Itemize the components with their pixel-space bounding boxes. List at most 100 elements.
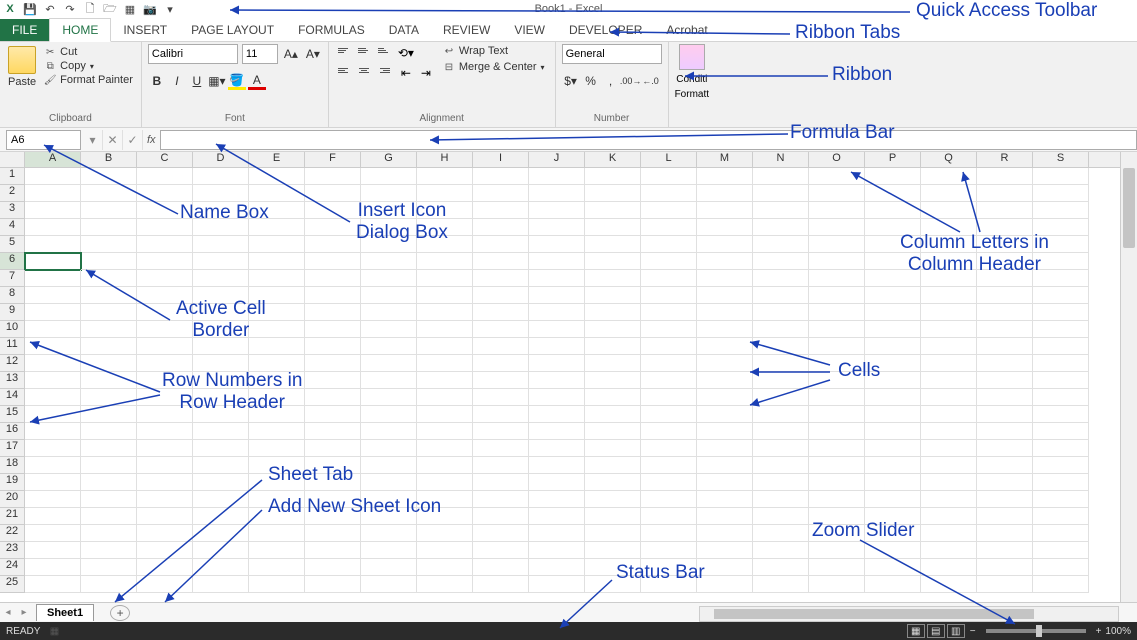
cell[interactable] — [81, 576, 137, 593]
row-header[interactable]: 16 — [0, 423, 25, 440]
cell[interactable] — [193, 236, 249, 253]
cell[interactable] — [809, 287, 865, 304]
cell[interactable] — [473, 338, 529, 355]
cell[interactable] — [641, 542, 697, 559]
cell[interactable] — [697, 236, 753, 253]
cell[interactable] — [921, 338, 977, 355]
fill-color-button[interactable]: 🪣 — [228, 72, 246, 90]
cell[interactable] — [977, 389, 1033, 406]
cell[interactable] — [921, 168, 977, 185]
column-header[interactable]: K — [585, 152, 641, 167]
cell[interactable] — [137, 321, 193, 338]
align-center-icon[interactable] — [355, 64, 373, 82]
cell[interactable] — [193, 559, 249, 576]
increase-indent-icon[interactable]: ⇥ — [417, 64, 435, 82]
cell[interactable] — [137, 576, 193, 593]
cell[interactable] — [977, 270, 1033, 287]
cell[interactable] — [25, 423, 81, 440]
cell[interactable] — [809, 321, 865, 338]
cell[interactable] — [1033, 559, 1089, 576]
cell[interactable] — [1033, 270, 1089, 287]
cell[interactable] — [921, 219, 977, 236]
tab-page-layout[interactable]: PAGE LAYOUT — [179, 19, 286, 41]
cell[interactable] — [361, 457, 417, 474]
cell[interactable] — [249, 406, 305, 423]
cell[interactable] — [1033, 389, 1089, 406]
cell[interactable] — [137, 542, 193, 559]
cell[interactable] — [193, 168, 249, 185]
cell[interactable] — [529, 168, 585, 185]
cell[interactable] — [361, 304, 417, 321]
sheet-tab[interactable]: Sheet1 — [36, 604, 94, 621]
cell[interactable] — [529, 185, 585, 202]
cell[interactable] — [641, 389, 697, 406]
cell[interactable] — [81, 372, 137, 389]
copy-button[interactable]: ⧉Copy▾ — [44, 60, 133, 72]
merge-center-button[interactable]: ⊟Merge & Center▾ — [439, 60, 549, 74]
cell[interactable] — [809, 457, 865, 474]
cell[interactable] — [25, 440, 81, 457]
cell[interactable] — [585, 389, 641, 406]
cell[interactable] — [249, 338, 305, 355]
cell[interactable] — [473, 389, 529, 406]
cell[interactable] — [1033, 287, 1089, 304]
cell[interactable] — [753, 287, 809, 304]
tab-review[interactable]: REVIEW — [431, 19, 502, 41]
cell[interactable] — [809, 236, 865, 253]
cell[interactable] — [305, 491, 361, 508]
cell[interactable] — [25, 457, 81, 474]
cell[interactable] — [361, 338, 417, 355]
cell[interactable] — [249, 423, 305, 440]
cell[interactable] — [305, 559, 361, 576]
cell[interactable] — [921, 542, 977, 559]
cell[interactable] — [417, 508, 473, 525]
cell[interactable] — [361, 423, 417, 440]
cell[interactable] — [809, 525, 865, 542]
cell[interactable] — [921, 270, 977, 287]
cell[interactable] — [305, 304, 361, 321]
qat-dropdown-icon[interactable]: ▾ — [162, 1, 178, 17]
cell[interactable] — [977, 508, 1033, 525]
cell[interactable] — [417, 576, 473, 593]
cell[interactable] — [641, 236, 697, 253]
cell[interactable] — [641, 185, 697, 202]
cell[interactable] — [361, 253, 417, 270]
cell[interactable] — [641, 253, 697, 270]
cell[interactable] — [25, 559, 81, 576]
cell[interactable] — [193, 389, 249, 406]
cell[interactable] — [585, 406, 641, 423]
cell[interactable] — [865, 440, 921, 457]
cell[interactable] — [529, 406, 585, 423]
cell[interactable] — [529, 355, 585, 372]
cell[interactable] — [305, 423, 361, 440]
cell[interactable] — [137, 270, 193, 287]
cell[interactable] — [585, 474, 641, 491]
cell[interactable] — [641, 372, 697, 389]
cell[interactable] — [697, 576, 753, 593]
cell[interactable] — [697, 219, 753, 236]
row-header[interactable]: 11 — [0, 338, 25, 355]
decrease-decimal-icon[interactable]: ←.0 — [642, 72, 660, 90]
cell[interactable] — [753, 372, 809, 389]
cell[interactable] — [921, 321, 977, 338]
column-header[interactable]: D — [193, 152, 249, 167]
cell[interactable] — [865, 321, 921, 338]
cell[interactable] — [865, 542, 921, 559]
cell[interactable] — [641, 287, 697, 304]
cell[interactable] — [249, 287, 305, 304]
italic-button[interactable]: I — [168, 72, 186, 90]
tab-formulas[interactable]: FORMULAS — [286, 19, 377, 41]
vertical-scrollbar[interactable] — [1120, 152, 1137, 602]
cell[interactable] — [529, 440, 585, 457]
cell[interactable] — [81, 270, 137, 287]
cell[interactable] — [137, 389, 193, 406]
cell[interactable] — [641, 423, 697, 440]
cell[interactable] — [529, 372, 585, 389]
cell[interactable] — [641, 491, 697, 508]
cell[interactable] — [81, 491, 137, 508]
cell[interactable] — [473, 185, 529, 202]
cell[interactable] — [865, 202, 921, 219]
cell[interactable] — [585, 491, 641, 508]
row-header[interactable]: 8 — [0, 287, 25, 304]
cell[interactable] — [249, 508, 305, 525]
